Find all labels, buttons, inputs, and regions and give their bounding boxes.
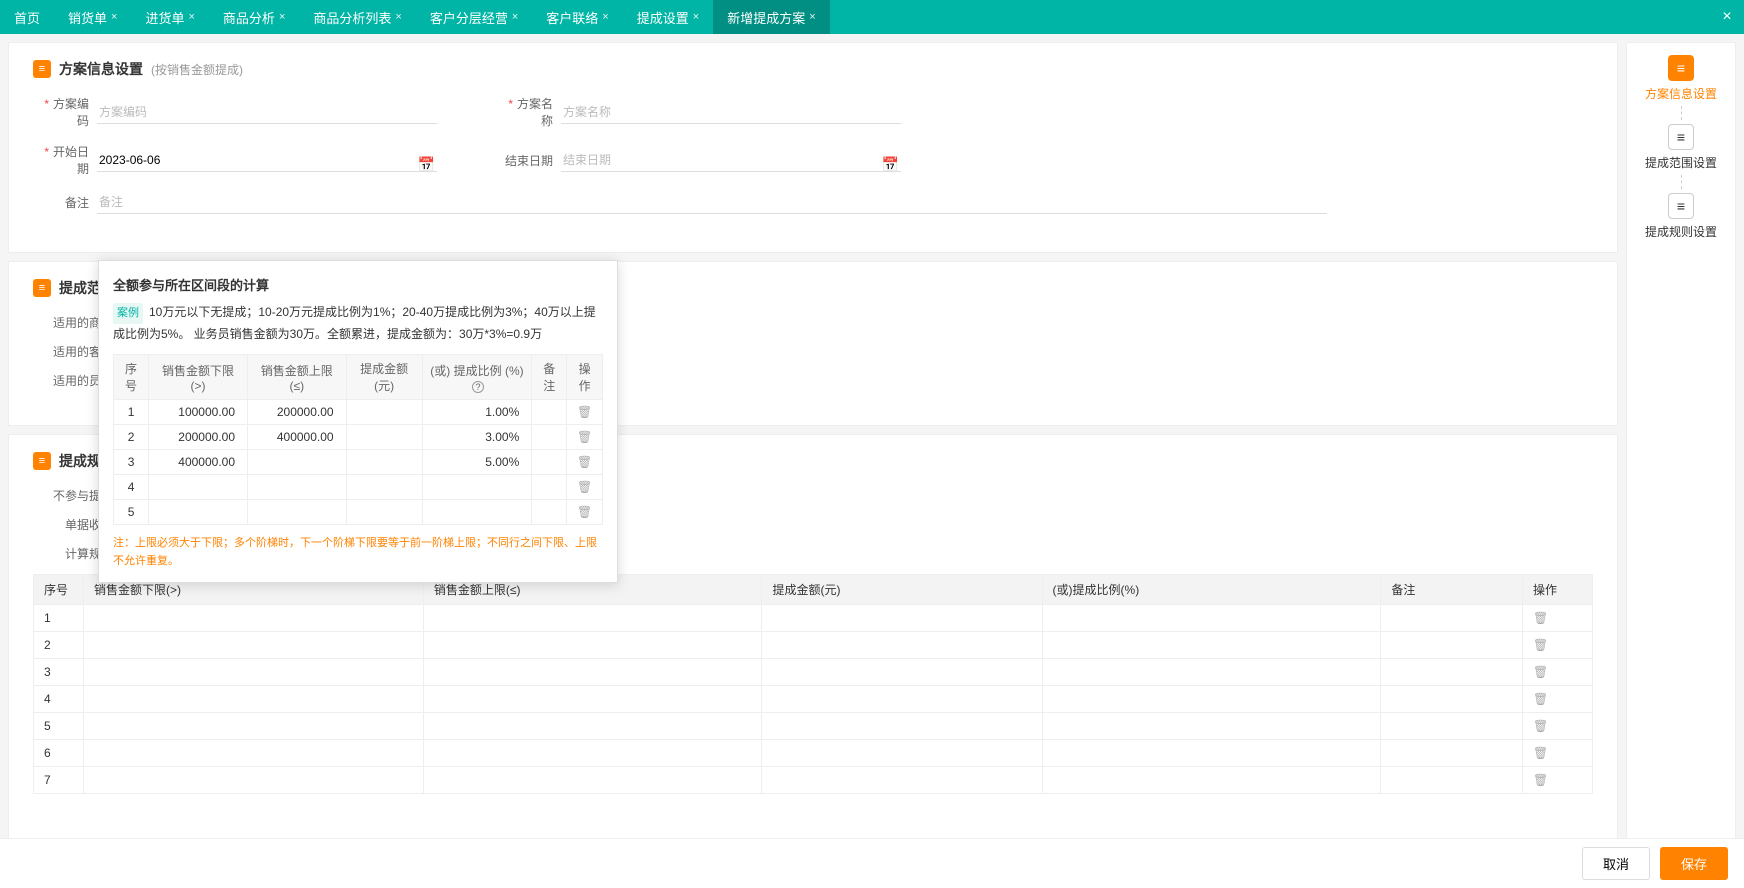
remark-input[interactable] [97,191,1327,214]
name-input[interactable] [561,101,901,124]
tooltip-title: 全额参与所在区间段的计算 [113,275,603,294]
tooltip-table: 序号 销售金额下限 (>) 销售金额上限 (≤) 提成金额 (元) (或) 提成… [113,354,603,525]
close-icon[interactable]: × [188,11,194,23]
rule-table: 序号 销售金额下限(>) 销售金额上限(≤) 提成金额(元) (或)提成比例(%… [33,574,1593,794]
tab-product-analysis-list[interactable]: 商品分析列表× [299,0,415,34]
close-icon[interactable]: × [279,11,285,23]
table-row[interactable]: 3🗑 [34,659,1593,686]
start-date-input[interactable] [97,149,437,172]
step-icon: ≡ [1668,124,1694,150]
delete-icon[interactable]: 🗑 [1533,611,1548,625]
tab-new-commission[interactable]: 新增提成方案× [713,0,829,34]
delete-icon[interactable]: 🗑 [1533,746,1548,760]
tab-purchase[interactable]: 进货单× [131,0,208,34]
close-icon[interactable]: × [512,11,518,23]
step-rule[interactable]: ≡ 提成规则设置 [1645,193,1717,240]
tab-customer-contact[interactable]: 客户联络× [532,0,622,34]
delete-icon[interactable]: 🗑 [577,430,592,444]
delete-icon[interactable]: 🗑 [1533,773,1548,787]
tab-commission-setting[interactable]: 提成设置× [623,0,713,34]
col-remark: 备注 [1381,575,1523,605]
close-icon[interactable]: × [395,11,401,23]
delete-icon[interactable]: 🗑 [1533,665,1548,679]
table-row[interactable]: 2🗑 [34,632,1593,659]
close-icon[interactable]: × [111,11,117,23]
panel-title: 方案信息设置 [59,59,143,79]
example-tag: 案例 [113,303,143,324]
panel-subtitle: (按销售金额提成) [151,61,243,78]
col-seq: 序号 [34,575,84,605]
table-row: 5🗑 [114,500,603,525]
name-label: 方案名称 [497,95,553,129]
save-button[interactable]: 保存 [1660,847,1728,880]
delete-icon[interactable]: 🗑 [577,405,592,419]
tab-product-analysis[interactable]: 商品分析× [209,0,299,34]
col-percent: (或)提成比例(%) [1042,575,1381,605]
col-amount: 提成金额(元) [762,575,1042,605]
step-plan-info[interactable]: ≡ 方案信息设置 [1645,55,1717,102]
help-icon[interactable]: ? [472,381,484,393]
code-label: 方案编码 [33,95,89,129]
code-input[interactable] [97,101,437,124]
step-icon: ≡ [1668,193,1694,219]
panel-badge-icon: ≡ [33,452,51,470]
close-icon[interactable]: × [809,11,815,23]
cancel-button[interactable]: 取消 [1582,847,1650,880]
start-date-label: 开始日期 [33,143,89,177]
tab-sales[interactable]: 销货单× [54,0,131,34]
delete-icon[interactable]: 🗑 [577,480,592,494]
table-row[interactable]: 1🗑 [34,605,1593,632]
calendar-icon[interactable]: 📅 [882,156,899,173]
remark-label: 备注 [33,194,89,211]
calendar-icon[interactable]: 📅 [418,156,435,173]
tooltip-text: 案例10万元以下无提成；10-20万元提成比例为1%；20-40万提成比例为3%… [113,302,603,344]
table-row[interactable]: 7🗑 [34,767,1593,794]
col-action: 操作 [1523,575,1593,605]
panel-badge-icon: ≡ [33,279,51,297]
close-all-tabs[interactable]: × [1710,0,1744,34]
step-anchor-panel: ≡ 方案信息设置 ≡ 提成范围设置 ≡ 提成规则设置 [1626,42,1736,855]
table-row[interactable]: 4🗑 [34,686,1593,713]
close-icon[interactable]: × [693,11,699,23]
delete-icon[interactable]: 🗑 [577,505,592,519]
step-icon: ≡ [1668,55,1694,81]
table-row[interactable]: 6🗑 [34,740,1593,767]
table-row: 2200000.00400000.003.00%🗑 [114,425,603,450]
plan-info-panel: ≡ 方案信息设置 (按销售金额提成) 方案编码 方案名称 开始日期 📅 [8,42,1618,253]
close-icon[interactable]: × [602,11,608,23]
table-row: 4🗑 [114,475,603,500]
end-date-label: 结束日期 [497,152,553,169]
footer-bar: 取消 保存 [0,838,1744,888]
table-row: 1100000.00200000.001.00%🗑 [114,400,603,425]
delete-icon[interactable]: 🗑 [1533,692,1548,706]
step-scope[interactable]: ≡ 提成范围设置 [1645,124,1717,171]
tab-home[interactable]: 首页 [0,0,54,34]
table-row: 3400000.005.00%🗑 [114,450,603,475]
tooltip-note: 注：上限必须大于下限；多个阶梯时，下一个阶梯下限要等于前一阶梯上限；不同行之间下… [113,535,603,570]
delete-icon[interactable]: 🗑 [577,455,592,469]
calc-rule-tooltip: 全额参与所在区间段的计算 案例10万元以下无提成；10-20万元提成比例为1%；… [98,260,618,583]
tab-customer-tier[interactable]: 客户分层经营× [416,0,532,34]
delete-icon[interactable]: 🗑 [1533,719,1548,733]
tab-bar: 首页 销货单× 进货单× 商品分析× 商品分析列表× 客户分层经营× 客户联络×… [0,0,1744,34]
panel-badge-icon: ≡ [33,60,51,78]
delete-icon[interactable]: 🗑 [1533,638,1548,652]
end-date-input[interactable] [561,149,901,172]
table-row[interactable]: 5🗑 [34,713,1593,740]
